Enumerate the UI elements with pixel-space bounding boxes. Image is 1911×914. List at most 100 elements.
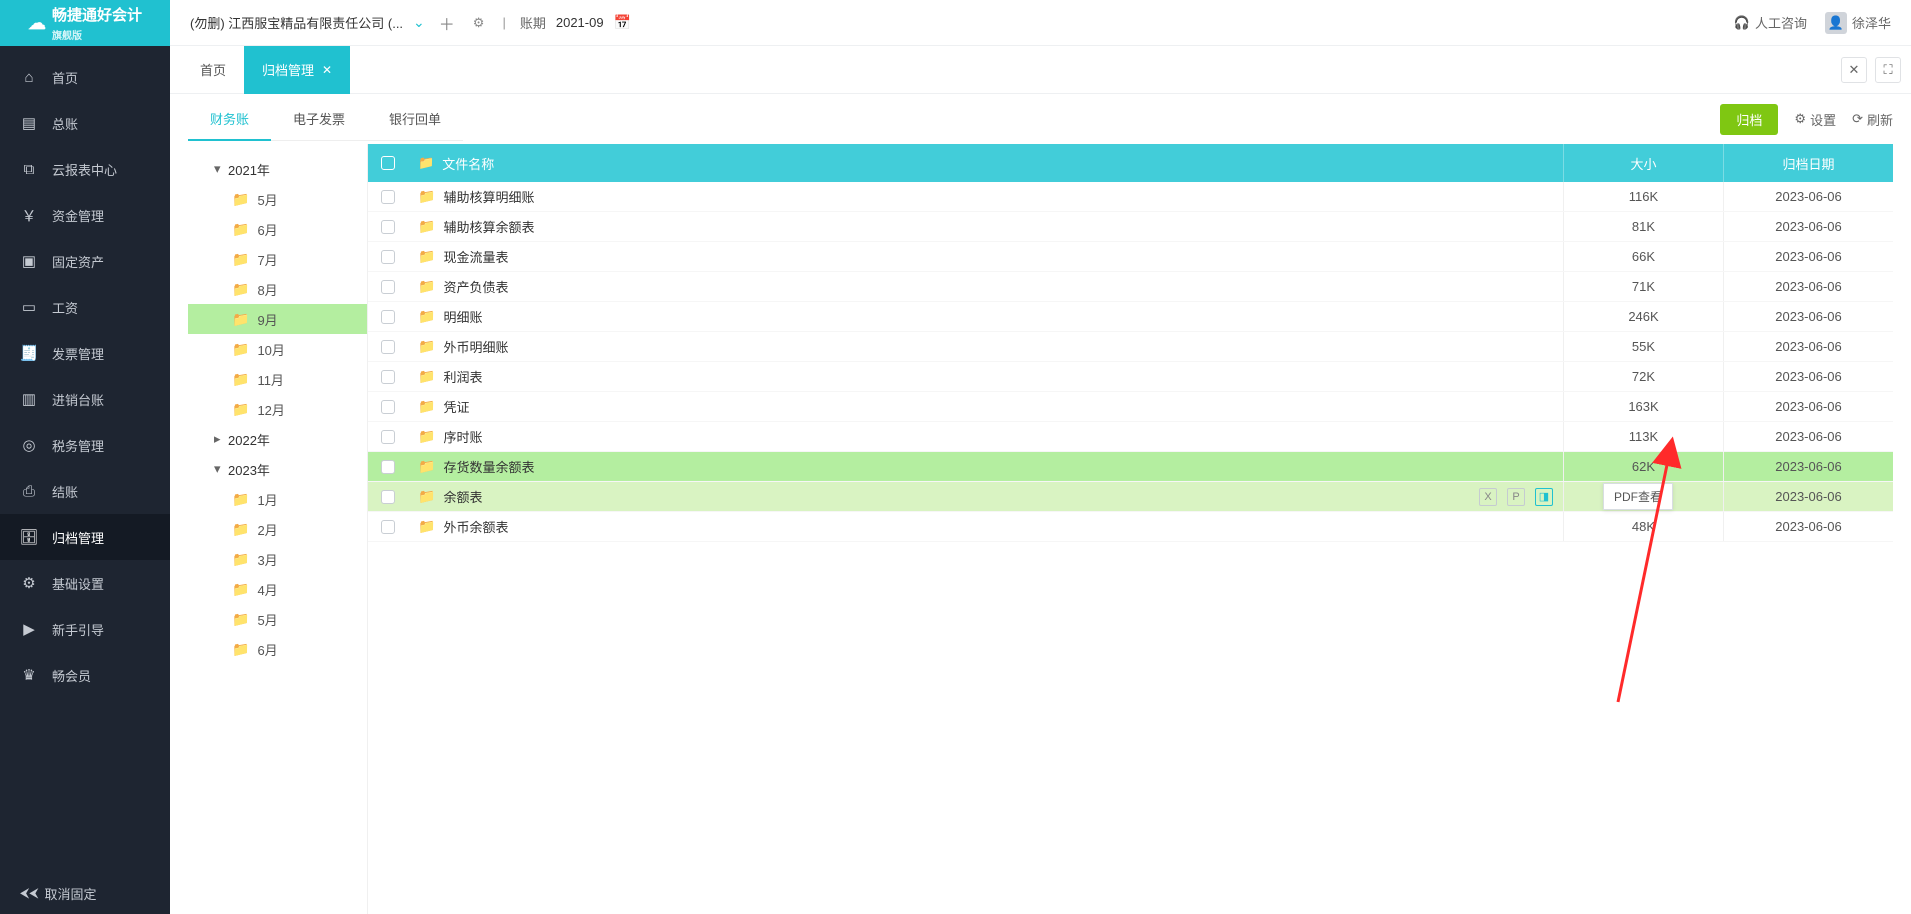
chart-icon: ⧉ [20, 160, 38, 178]
gear-icon[interactable]: ⚙ [473, 15, 485, 31]
tree-month[interactable]: 📁10月 [188, 334, 367, 364]
folder-icon: 📁 [418, 278, 435, 295]
tree-month[interactable]: 📁1月 [188, 484, 367, 514]
nav-fixed-assets[interactable]: ▣固定资产 [0, 238, 170, 284]
archive-button[interactable]: 归档 [1720, 104, 1778, 135]
tree-month[interactable]: 📁7月 [188, 244, 367, 274]
tree-year[interactable]: ▾2021年 [188, 154, 367, 184]
nav-vip[interactable]: ♛畅会员 [0, 652, 170, 698]
nav-guide[interactable]: ▶新手引导 [0, 606, 170, 652]
collapse-sidebar-button[interactable]: ⮜⮜ 取消固定 [0, 872, 170, 914]
table-row[interactable]: 📁存货数量余额表62K2023-06-06 [368, 452, 1893, 482]
row-checkbox[interactable] [381, 430, 395, 444]
company-selector[interactable]: (勿删) 江西服宝精品有限责任公司 (... [190, 13, 403, 32]
table-row[interactable]: 📁序时账113K2023-06-06 [368, 422, 1893, 452]
row-checkbox[interactable] [381, 370, 395, 384]
row-checkbox[interactable] [381, 280, 395, 294]
avatar-icon: 👤 [1825, 12, 1847, 34]
nav-salary[interactable]: ▭工资 [0, 284, 170, 330]
tree-year-label: 2022年 [228, 430, 270, 449]
folder-icon: 📁 [232, 551, 249, 568]
tree-month[interactable]: 📁3月 [188, 544, 367, 574]
close-icon[interactable]: ✕ [322, 63, 332, 77]
nav-ledger[interactable]: ▤总账 [0, 100, 170, 146]
subtab-einvoice[interactable]: 电子发票 [271, 97, 367, 140]
tree-month-label: 8月 [257, 280, 277, 299]
archive-date: 2023-06-06 [1723, 302, 1893, 331]
nav-invoice[interactable]: 🧾发票管理 [0, 330, 170, 376]
table-row[interactable]: 📁资产负债表71K2023-06-06 [368, 272, 1893, 302]
nav-tax[interactable]: ◎税务管理 [0, 422, 170, 468]
refresh-link[interactable]: ⟳刷新 [1852, 110, 1893, 129]
select-all-checkbox[interactable] [368, 144, 408, 182]
row-checkbox[interactable] [381, 520, 395, 534]
add-company-button[interactable]: ＋ [439, 11, 455, 35]
ledger-icon: ▤ [20, 114, 38, 132]
tree-month[interactable]: 📁5月 [188, 604, 367, 634]
row-checkbox[interactable] [381, 460, 395, 474]
tree-month[interactable]: 📁6月 [188, 634, 367, 664]
table-row[interactable]: 📁余额表3K2023-06-06XP◨PDF查看 [368, 482, 1893, 512]
row-checkbox[interactable] [381, 190, 395, 204]
settings-link[interactable]: ⚙设置 [1794, 110, 1836, 129]
nav-funds[interactable]: ￥资金管理 [0, 192, 170, 238]
nav-label: 固定资产 [52, 252, 104, 271]
invoice-icon: 🧾 [20, 344, 38, 362]
nav-closing[interactable]: ⎙结账 [0, 468, 170, 514]
close-all-tabs-button[interactable]: ✕ [1841, 57, 1867, 83]
table-row[interactable]: 📁明细账246K2023-06-06 [368, 302, 1893, 332]
tree-month[interactable]: 📁11月 [188, 364, 367, 394]
tree-month[interactable]: 📁2月 [188, 514, 367, 544]
period-value[interactable]: 2021-09 [556, 15, 604, 30]
file-name: 序时账 [443, 427, 482, 446]
folder-icon: 📁 [418, 398, 435, 415]
support-link[interactable]: 🎧人工咨询 [1734, 13, 1807, 32]
nav-home[interactable]: ⌂首页 [0, 54, 170, 100]
folder-icon: 📁 [232, 371, 249, 388]
chevron-down-icon[interactable]: ⌄ [413, 14, 425, 31]
tree-month[interactable]: 📁12月 [188, 394, 367, 424]
file-name: 凭证 [443, 397, 469, 416]
row-checkbox[interactable] [381, 400, 395, 414]
row-checkbox[interactable] [381, 310, 395, 324]
tab-archive[interactable]: 归档管理✕ [244, 46, 350, 94]
page-tabs: 首页 归档管理✕ ✕ ⛶ [170, 46, 1911, 94]
subtab-finance[interactable]: 财务账 [188, 97, 271, 140]
nav-label: 基础设置 [52, 574, 104, 593]
row-checkbox[interactable] [381, 220, 395, 234]
row-checkbox[interactable] [381, 250, 395, 264]
nav-settings[interactable]: ⚙基础设置 [0, 560, 170, 606]
file-name: 利润表 [443, 367, 482, 386]
table-row[interactable]: 📁辅助核算明细账116K2023-06-06 [368, 182, 1893, 212]
table-row[interactable]: 📁辅助核算余额表81K2023-06-06 [368, 212, 1893, 242]
table-row[interactable]: 📁外币余额表48K2023-06-06 [368, 512, 1893, 542]
tree-month[interactable]: 📁4月 [188, 574, 367, 604]
tree-month[interactable]: 📁8月 [188, 274, 367, 304]
wallet-icon: ▭ [20, 298, 38, 316]
tree-month[interactable]: 📁6月 [188, 214, 367, 244]
row-checkbox[interactable] [381, 490, 395, 504]
table-row[interactable]: 📁现金流量表66K2023-06-06 [368, 242, 1893, 272]
nav-cloud-report[interactable]: ⧉云报表中心 [0, 146, 170, 192]
table-row[interactable]: 📁利润表72K2023-06-06 [368, 362, 1893, 392]
table-row[interactable]: 📁凭证163K2023-06-06 [368, 392, 1893, 422]
excel-export-icon[interactable]: X [1479, 488, 1497, 506]
tree-month[interactable]: 📁9月 [188, 304, 367, 334]
row-checkbox[interactable] [381, 340, 395, 354]
fullscreen-button[interactable]: ⛶ [1875, 57, 1901, 83]
nav-archive[interactable]: 🗄归档管理 [0, 514, 170, 560]
pdf-view-icon[interactable]: ◨ [1535, 488, 1553, 506]
calendar-icon[interactable]: 📅 [614, 14, 631, 31]
table-row[interactable]: 📁外币明细账55K2023-06-06 [368, 332, 1893, 362]
nav-inventory[interactable]: ▥进销台账 [0, 376, 170, 422]
tree-year[interactable]: ▾2023年 [188, 454, 367, 484]
file-size: 113K [1563, 422, 1723, 451]
tree-month[interactable]: 📁5月 [188, 184, 367, 214]
pdf-export-icon[interactable]: P [1507, 488, 1525, 506]
file-size: 48K [1563, 512, 1723, 541]
tab-home[interactable]: 首页 [182, 46, 244, 94]
tree-year[interactable]: ▸2022年 [188, 424, 367, 454]
subtab-bank[interactable]: 银行回单 [367, 97, 463, 140]
user-menu[interactable]: 👤徐泽华 [1825, 12, 1891, 34]
file-size: 66K [1563, 242, 1723, 271]
